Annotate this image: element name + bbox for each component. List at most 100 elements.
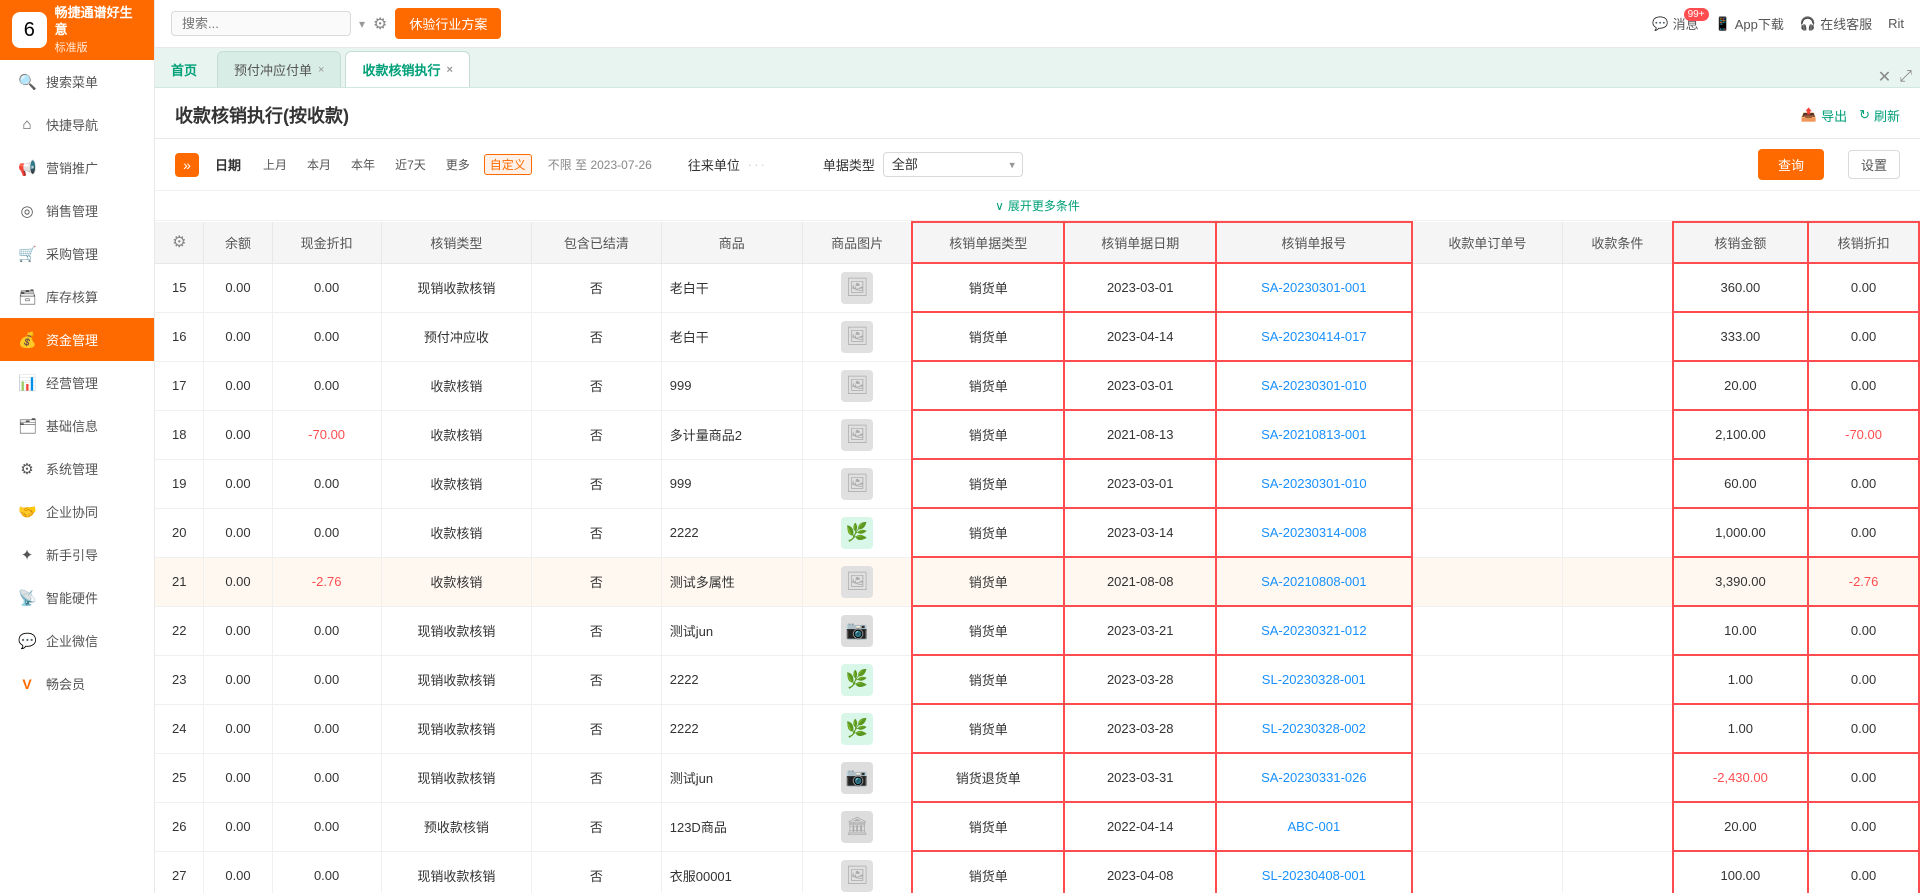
cell-bill-report-no[interactable]: SA-20210813-001 [1216, 410, 1411, 459]
cell-bill-report-no[interactable]: SL-20230408-001 [1216, 851, 1411, 893]
cell-cash-discount: 0.00 [272, 312, 381, 361]
date-range-display: 不限 至 2023-07-26 [548, 156, 652, 173]
cell-bill-report-no[interactable]: SA-20210808-001 [1216, 557, 1411, 606]
sidebar-item-marketing[interactable]: 📢 营销推广 [0, 146, 154, 189]
filter-settings-button[interactable]: 设置 [1848, 150, 1900, 179]
sidebar-item-sales[interactable]: ◎ 销售管理 [0, 189, 154, 232]
cell-bill-report-no[interactable]: SA-20230301-010 [1216, 459, 1411, 508]
sidebar-item-hardware[interactable]: 📡 智能硬件 [0, 576, 154, 619]
cell-include-cleared: 否 [532, 851, 662, 893]
date-last-month[interactable]: 上月 [257, 154, 293, 175]
cell-writeoff-discount: -70.00 [1808, 410, 1919, 459]
cell-writeoff-type: 收款核销 [381, 459, 531, 508]
cell-writeoff-amount: 100.00 [1673, 851, 1809, 893]
date-this-year[interactable]: 本年 [345, 154, 381, 175]
cell-product-img: 🖼 [802, 851, 912, 893]
date-this-month[interactable]: 本月 [301, 154, 337, 175]
cell-balance: 0.00 [204, 557, 272, 606]
sidebar-item-member[interactable]: V 畅会员 [0, 662, 154, 705]
sidebar-item-basic[interactable]: 🗂 基础信息 [0, 404, 154, 447]
expand-more-label: 展开更多条件 [1008, 197, 1080, 214]
sidebar-item-business[interactable]: 📊 经营管理 [0, 361, 154, 404]
tab-restore-icon[interactable]: ⤢ [1899, 68, 1912, 86]
expand-more-bar[interactable]: ∨ 展开更多条件 [155, 191, 1920, 221]
refresh-button[interactable]: ↻ 刷新 [1859, 106, 1900, 125]
cell-receipt-order-no [1412, 606, 1563, 655]
sidebar-item-purchase[interactable]: 🛒 采购管理 [0, 232, 154, 275]
inventory-icon: 🗃 [18, 288, 36, 306]
cell-include-cleared: 否 [532, 410, 662, 459]
cell-bill-report-no[interactable]: SA-20230331-026 [1216, 753, 1411, 802]
hardware-icon: 📡 [18, 589, 36, 607]
cell-bill-report-type: 销货单 [912, 606, 1064, 655]
date-more[interactable]: 更多 [440, 154, 476, 175]
cell-bill-report-no[interactable]: SA-20230301-001 [1216, 263, 1411, 312]
cell-balance: 0.00 [204, 312, 272, 361]
sidebar-item-system[interactable]: ⚙ 系统管理 [0, 447, 154, 490]
data-table: ⚙ 余额 现金折扣 核销类型 包含已结清 商品 商品图片 核销单据类型 核销单据… [155, 221, 1920, 893]
cell-include-cleared: 否 [532, 606, 662, 655]
date-7days[interactable]: 近7天 [389, 154, 432, 175]
page-header: 收款核销执行(按收款) 📤 导出 ↻ 刷新 [155, 88, 1920, 139]
cell-bill-report-no[interactable]: SA-20230301-010 [1216, 361, 1411, 410]
tab-close-all-icon[interactable]: ✕ [1878, 67, 1891, 87]
cell-product-img: 🖼 [802, 361, 912, 410]
col-writeoff-amount: 核销金额 [1673, 222, 1809, 263]
tab-writeoff[interactable]: 收款核销执行 × [345, 51, 469, 87]
sidebar-item-guide[interactable]: ✦ 新手引导 [0, 533, 154, 576]
app-download-label: App下载 [1735, 14, 1784, 33]
cell-writeoff-type: 现销收款核销 [381, 753, 531, 802]
cell-bill-report-type: 销货退货单 [912, 753, 1064, 802]
user-label[interactable]: Rit [1888, 16, 1904, 31]
cell-bill-report-no[interactable]: SA-20230321-012 [1216, 606, 1411, 655]
online-service-link[interactable]: 🎧 在线客服 [1800, 14, 1872, 33]
industry-solution-button[interactable]: 休验行业方案 [395, 8, 501, 39]
cell-bill-report-no[interactable]: SL-20230328-002 [1216, 704, 1411, 753]
cell-balance: 0.00 [204, 851, 272, 893]
sidebar-item-inventory[interactable]: 🗃 库存核算 [0, 275, 154, 318]
table-row: 19 0.00 0.00 收款核销 否 999 🖼 销货单 2023-03-01… [155, 459, 1919, 508]
expand-chevron-icon: ∨ [995, 199, 1004, 213]
cell-include-cleared: 否 [532, 704, 662, 753]
bill-type-label: 单据类型 [823, 155, 875, 174]
cell-bill-report-no[interactable]: SA-20230314-008 [1216, 508, 1411, 557]
cell-balance: 0.00 [204, 263, 272, 312]
cell-bill-report-no[interactable]: SA-20230414-017 [1216, 312, 1411, 361]
sidebar-item-shortcut[interactable]: ⌂ 快捷导航 [0, 103, 154, 146]
query-button[interactable]: 查询 [1758, 149, 1824, 180]
col-settings[interactable]: ⚙ [155, 222, 204, 263]
filter-expand-btn[interactable]: » [175, 153, 199, 177]
col-writeoff-discount: 核销折扣 [1808, 222, 1919, 263]
dropdown-icon[interactable]: ▾ [359, 17, 365, 31]
cell-bill-report-no[interactable]: ABC-001 [1216, 802, 1411, 851]
sidebar-item-wechat[interactable]: 💬 企业微信 [0, 619, 154, 662]
search-input[interactable] [171, 11, 351, 36]
date-custom[interactable]: 自定义 [484, 154, 532, 175]
sidebar-item-finance[interactable]: 💰 资金管理 [0, 318, 154, 361]
cell-receipt-order-no [1412, 361, 1563, 410]
page-title: 收款核销执行(按收款) [175, 102, 349, 128]
sidebar-item-enterprise[interactable]: 🤝 企业协同 [0, 490, 154, 533]
cell-bill-report-no[interactable]: SL-20230328-001 [1216, 655, 1411, 704]
tab-home[interactable]: 首页 [155, 52, 213, 87]
cell-bill-report-date: 2023-04-08 [1064, 851, 1216, 893]
sidebar-item-search[interactable]: 🔍 搜索菜单 [0, 60, 154, 103]
cell-writeoff-discount: 0.00 [1808, 655, 1919, 704]
tab-prepay[interactable]: 预付冲应付单 × [217, 51, 341, 87]
table-row: 26 0.00 0.00 预收款核销 否 123D商品 🏛 销货单 2022-0… [155, 802, 1919, 851]
message-badge[interactable]: 💬 消息 99+ [1652, 14, 1698, 33]
cell-bill-report-type: 销货单 [912, 410, 1064, 459]
tab-writeoff-close[interactable]: × [446, 64, 452, 76]
bill-type-select[interactable]: 全部 销货单 销货退货单 [883, 152, 1023, 177]
cell-seq: 23 [155, 655, 204, 704]
gear-icon[interactable]: ⚙ [373, 14, 387, 34]
cell-bill-report-date: 2021-08-08 [1064, 557, 1216, 606]
cell-include-cleared: 否 [532, 802, 662, 851]
export-button[interactable]: 📤 导出 [1801, 106, 1847, 125]
cell-seq: 17 [155, 361, 204, 410]
data-table-container: ⚙ 余额 现金折扣 核销类型 包含已结清 商品 商品图片 核销单据类型 核销单据… [155, 221, 1920, 893]
app-download-link[interactable]: 📱 App下载 [1715, 14, 1784, 33]
cell-cash-discount: 0.00 [272, 704, 381, 753]
table-settings-icon[interactable]: ⚙ [172, 234, 186, 251]
tab-prepay-close[interactable]: × [318, 64, 324, 76]
